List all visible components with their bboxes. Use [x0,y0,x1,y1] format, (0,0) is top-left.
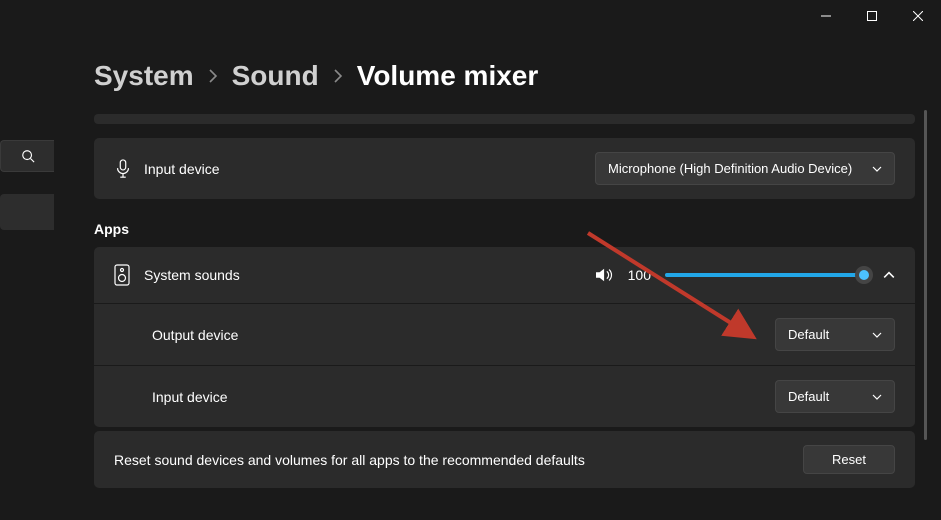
app-input-device-label: Input device [152,389,228,405]
system-sounds-card: System sounds 100 Output device Default [94,247,915,427]
maximize-button[interactable] [849,0,895,32]
output-device-selected: Default [788,327,829,342]
system-sounds-label: System sounds [144,267,240,283]
speaker-device-icon [114,264,144,286]
app-input-device-selected: Default [788,389,829,404]
scrollbar[interactable] [924,110,927,440]
window-titlebar [0,0,941,32]
nav-item[interactable] [0,194,54,230]
chevron-right-icon [333,69,343,83]
output-device-row: Output device Default [94,303,915,365]
input-device-card: Input device Microphone (High Definition… [94,138,915,199]
app-input-device-dropdown[interactable]: Default [775,380,895,413]
reset-card: Reset sound devices and volumes for all … [94,431,915,488]
microphone-icon [114,159,144,179]
search-icon [21,149,35,163]
app-input-device-row: Input device Default [94,365,915,427]
volume-icon[interactable] [596,267,614,283]
main-content: System Sound Volume mixer Input device M… [94,60,915,520]
volume-slider-thumb[interactable] [855,266,873,284]
reset-button[interactable]: Reset [803,445,895,474]
reset-description: Reset sound devices and volumes for all … [114,452,585,468]
chevron-down-icon [872,393,882,401]
output-device-label: Output device [152,327,238,343]
chevron-down-icon [872,165,882,173]
input-device-label: Input device [144,161,220,177]
system-sounds-row[interactable]: System sounds 100 [94,247,915,303]
volume-value: 100 [628,267,651,283]
collapsed-card[interactable] [94,114,915,124]
volume-slider[interactable] [665,273,865,277]
input-device-selected: Microphone (High Definition Audio Device… [608,161,852,176]
breadcrumb-system[interactable]: System [94,60,194,92]
breadcrumb-current: Volume mixer [357,60,539,92]
apps-header: Apps [94,221,915,237]
input-device-dropdown[interactable]: Microphone (High Definition Audio Device… [595,152,895,185]
minimize-button[interactable] [803,0,849,32]
chevron-right-icon [208,69,218,83]
search-button[interactable] [0,140,54,172]
breadcrumb: System Sound Volume mixer [94,60,915,92]
breadcrumb-sound[interactable]: Sound [232,60,319,92]
output-device-dropdown[interactable]: Default [775,318,895,351]
chevron-down-icon [872,331,882,339]
close-button[interactable] [895,0,941,32]
nav-strip [0,140,54,230]
chevron-up-icon[interactable] [883,271,895,279]
